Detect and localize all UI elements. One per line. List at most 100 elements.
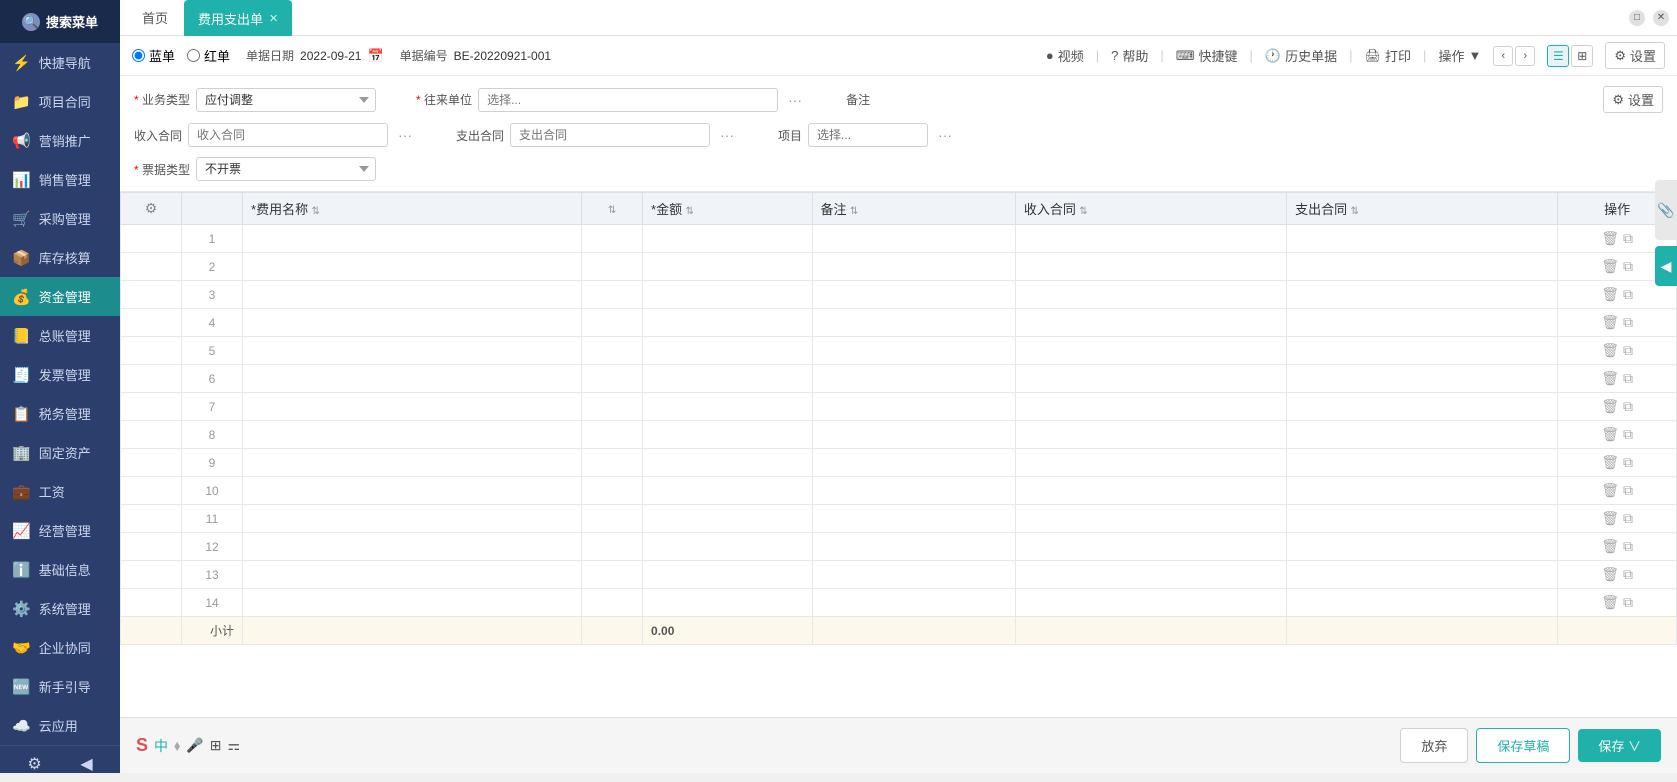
sidebar-item-accounting[interactable]: 📒 总账管理 bbox=[0, 316, 120, 355]
copy-icon[interactable]: ⧉ bbox=[1623, 370, 1633, 387]
copy-icon[interactable]: ⧉ bbox=[1623, 286, 1633, 303]
row-expense-cell[interactable] bbox=[1287, 505, 1558, 533]
row-name-cell[interactable] bbox=[243, 365, 582, 393]
grid-view-btn[interactable]: ⊞ bbox=[1571, 45, 1593, 67]
list-view-btn[interactable]: ☰ bbox=[1547, 45, 1569, 67]
sidebar-item-base-info[interactable]: ℹ️ 基础信息 bbox=[0, 550, 120, 589]
sidebar-item-tax-mgmt[interactable]: 📋 税务管理 bbox=[0, 394, 120, 433]
row-name-cell[interactable] bbox=[243, 421, 582, 449]
expense-contract-input[interactable] bbox=[510, 123, 710, 147]
row-income-cell[interactable] bbox=[1015, 225, 1286, 253]
delete-icon[interactable]: 🗑 bbox=[1601, 286, 1619, 303]
sidebar-item-fund-mgmt[interactable]: 💰 资金管理 bbox=[0, 277, 120, 316]
row-amount-cell[interactable] bbox=[643, 449, 812, 477]
row-income-cell[interactable] bbox=[1015, 589, 1286, 617]
row-expense-cell[interactable] bbox=[1287, 309, 1558, 337]
next-arrow[interactable]: › bbox=[1515, 46, 1535, 66]
row-expense-cell[interactable] bbox=[1287, 477, 1558, 505]
row-remark-cell[interactable] bbox=[812, 253, 1015, 281]
sidebar-item-inventory[interactable]: 📦 库存核算 bbox=[0, 238, 120, 277]
row-expense-cell[interactable] bbox=[1287, 337, 1558, 365]
project-more-btn[interactable]: ··· bbox=[934, 127, 956, 143]
operation-dropdown[interactable]: 操作 ▼ bbox=[1438, 46, 1481, 65]
row-expense-cell[interactable] bbox=[1287, 421, 1558, 449]
sidebar-item-fixed-assets[interactable]: 🏢 固定资产 bbox=[0, 433, 120, 472]
counterpart-more-btn[interactable]: ··· bbox=[784, 92, 806, 108]
row-remark-cell[interactable] bbox=[812, 449, 1015, 477]
row-expense-cell[interactable] bbox=[1287, 561, 1558, 589]
delete-icon[interactable]: 🗑 bbox=[1601, 370, 1619, 387]
project-input[interactable] bbox=[808, 123, 928, 147]
row-amount-cell[interactable] bbox=[643, 393, 812, 421]
row-name-cell[interactable] bbox=[243, 589, 582, 617]
copy-icon[interactable]: ⧉ bbox=[1623, 482, 1633, 499]
copy-icon[interactable]: ⧉ bbox=[1623, 258, 1633, 275]
settings-button[interactable]: ⚙ 设置 bbox=[1605, 42, 1665, 69]
expense-contract-more-btn[interactable]: ··· bbox=[716, 127, 738, 143]
row-expense-cell[interactable] bbox=[1287, 589, 1558, 617]
row-amount-cell[interactable] bbox=[643, 253, 812, 281]
income-contract-more-btn[interactable]: ··· bbox=[394, 127, 416, 143]
sidebar-item-payroll[interactable]: 💼 工资 bbox=[0, 472, 120, 511]
close-button[interactable]: ✕ bbox=[1653, 10, 1669, 26]
red-bill-radio[interactable]: 红单 bbox=[187, 46, 230, 65]
delete-icon[interactable]: 🗑 bbox=[1601, 594, 1619, 611]
copy-icon[interactable]: ⧉ bbox=[1623, 538, 1633, 555]
row-name-cell[interactable] bbox=[243, 477, 582, 505]
row-name-cell[interactable] bbox=[243, 449, 582, 477]
copy-icon[interactable]: ⧉ bbox=[1623, 398, 1633, 415]
col-header-amount[interactable]: *金额 ⇅ bbox=[643, 193, 812, 225]
row-name-cell[interactable] bbox=[243, 337, 582, 365]
copy-icon[interactable]: ⧉ bbox=[1623, 594, 1633, 611]
delete-icon[interactable]: 🗑 bbox=[1601, 258, 1619, 275]
row-expense-cell[interactable] bbox=[1287, 393, 1558, 421]
history-action[interactable]: 🕐 历史单据 bbox=[1265, 46, 1337, 65]
settings-footer-icon[interactable]: ⚙ bbox=[27, 754, 41, 774]
row-amount-cell[interactable] bbox=[643, 337, 812, 365]
tab-home[interactable]: 首页 bbox=[128, 0, 182, 36]
row-amount-cell[interactable] bbox=[643, 225, 812, 253]
attach-tab[interactable]: 📎 bbox=[1655, 180, 1677, 240]
table-wrapper[interactable]: ⚙ *费用名称 ⇅ ⇅ *金额 ⇅ bbox=[120, 192, 1677, 717]
delete-icon[interactable]: 🗑 bbox=[1601, 510, 1619, 527]
sidebar-item-operations[interactable]: 📈 经营管理 bbox=[0, 511, 120, 550]
row-expense-cell[interactable] bbox=[1287, 533, 1558, 561]
shortcut-action[interactable]: ⌨ 快捷键 bbox=[1176, 46, 1238, 65]
col-header-settings[interactable]: ⚙ bbox=[121, 193, 182, 225]
sidebar-item-purchase-mgmt[interactable]: 🛒 采购管理 bbox=[0, 199, 120, 238]
delete-icon[interactable]: 🗑 bbox=[1601, 454, 1619, 471]
sidebar-item-quick-nav[interactable]: ⚡ 快捷导航 bbox=[0, 43, 120, 82]
print-action[interactable]: 🖨 打印 bbox=[1365, 46, 1412, 65]
sidebar-header[interactable]: 🔍 搜索菜单 bbox=[0, 0, 120, 43]
row-remark-cell[interactable] bbox=[812, 365, 1015, 393]
row-income-cell[interactable] bbox=[1015, 561, 1286, 589]
draft-button[interactable]: 保存草稿 bbox=[1476, 728, 1570, 763]
row-name-cell[interactable] bbox=[243, 281, 582, 309]
col-header-expense[interactable]: 支出合同 ⇅ bbox=[1287, 193, 1558, 225]
delete-icon[interactable]: 🗑 bbox=[1601, 426, 1619, 443]
row-income-cell[interactable] bbox=[1015, 477, 1286, 505]
row-remark-cell[interactable] bbox=[812, 421, 1015, 449]
maximize-button[interactable]: □ bbox=[1629, 10, 1645, 26]
delete-icon[interactable]: 🗑 bbox=[1601, 230, 1619, 247]
copy-icon[interactable]: ⧉ bbox=[1623, 566, 1633, 583]
row-name-cell[interactable] bbox=[243, 225, 582, 253]
copy-icon[interactable]: ⧉ bbox=[1623, 342, 1633, 359]
row-amount-cell[interactable] bbox=[643, 365, 812, 393]
row-remark-cell[interactable] bbox=[812, 225, 1015, 253]
row-expense-cell[interactable] bbox=[1287, 449, 1558, 477]
row-income-cell[interactable] bbox=[1015, 309, 1286, 337]
delete-icon[interactable]: 🗑 bbox=[1601, 342, 1619, 359]
row-expense-cell[interactable] bbox=[1287, 225, 1558, 253]
row-amount-cell[interactable] bbox=[643, 589, 812, 617]
row-name-cell[interactable] bbox=[243, 561, 582, 589]
row-income-cell[interactable] bbox=[1015, 505, 1286, 533]
help-action[interactable]: ? 帮助 bbox=[1111, 46, 1148, 65]
col-header-remark[interactable]: 备注 ⇅ bbox=[812, 193, 1015, 225]
sidebar-item-sales-mgmt[interactable]: 📊 销售管理 bbox=[0, 160, 120, 199]
delete-icon[interactable]: 🗑 bbox=[1601, 566, 1619, 583]
save-button[interactable]: 保存 ∨ bbox=[1578, 729, 1661, 762]
row-amount-cell[interactable] bbox=[643, 533, 812, 561]
discard-button[interactable]: 放弃 bbox=[1400, 728, 1468, 763]
row-expense-cell[interactable] bbox=[1287, 281, 1558, 309]
